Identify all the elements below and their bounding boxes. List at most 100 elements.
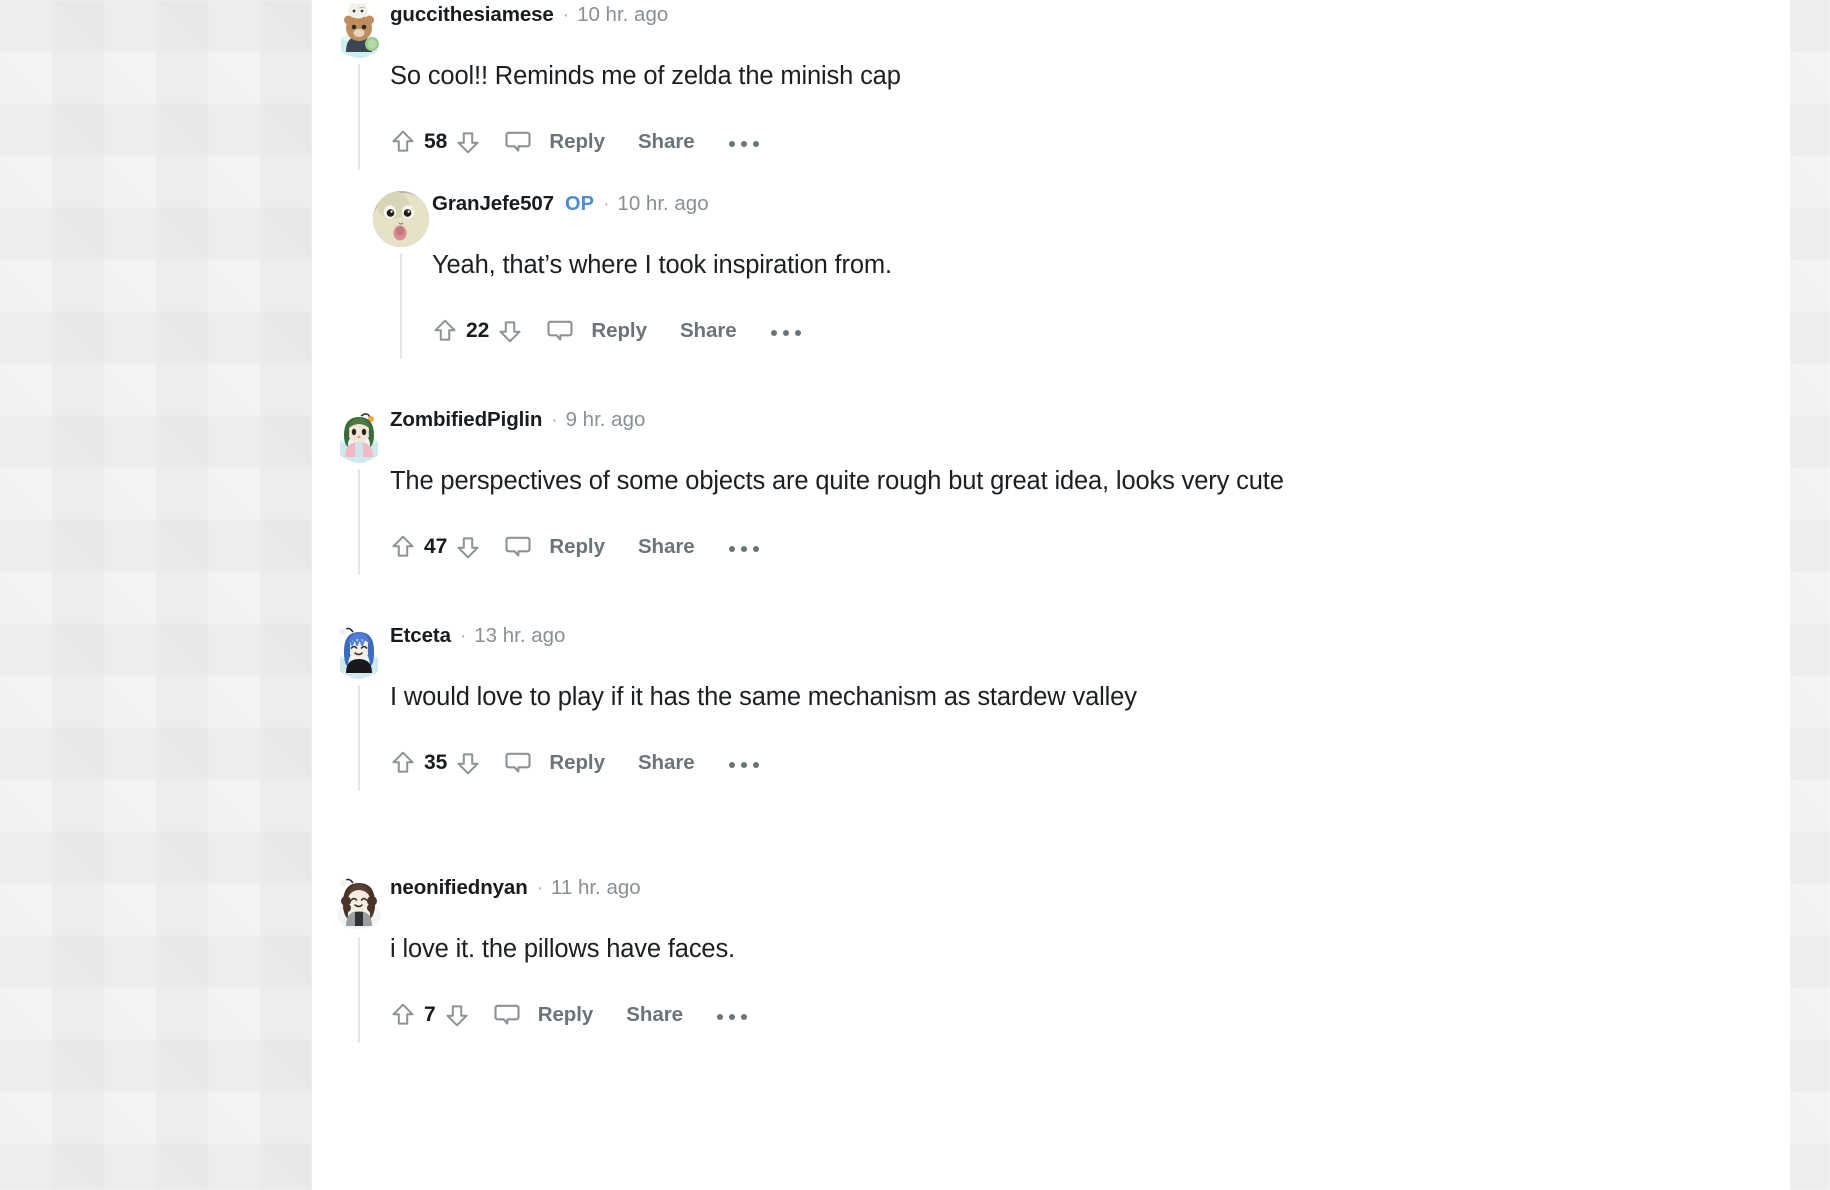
op-badge: OP (564, 192, 595, 215)
vote-score: 7 (424, 1003, 436, 1026)
downvote-button[interactable] (451, 125, 485, 159)
more-options-button[interactable] (728, 125, 759, 159)
downvote-arrow-icon (499, 321, 521, 343)
comment-body: Yeah, that’s where I took inspiration fr… (432, 251, 892, 279)
speech-bubble-icon (505, 752, 531, 773)
more-dot (728, 141, 735, 147)
avatar[interactable] (328, 873, 390, 931)
share-button[interactable]: Share (638, 535, 695, 559)
more-dot (752, 546, 759, 552)
more-dot (728, 762, 735, 768)
comment-author[interactable]: GranJefe507 (432, 192, 554, 216)
left-background-panel (0, 0, 312, 1190)
downvote-arrow-icon (457, 132, 479, 154)
more-dot (728, 546, 735, 552)
speech-bubble-icon (505, 536, 531, 557)
comment-timestamp: 10 hr. ago (617, 192, 709, 215)
downvote-arrow-icon (446, 1005, 468, 1027)
upvote-arrow-icon (392, 751, 414, 773)
speech-bubble-icon (547, 320, 573, 341)
more-dot (740, 762, 747, 768)
more-options-button[interactable] (717, 998, 747, 1032)
share-button[interactable]: Share (638, 130, 695, 154)
reply-button[interactable]: Reply (549, 535, 605, 559)
meta-separator: · (536, 877, 543, 899)
comment-item: Etceta · 13 hr. ago I would love to play… (312, 621, 1790, 791)
thread-line[interactable] (358, 685, 360, 791)
comment-action-bar: 47 Reply Share (386, 527, 759, 567)
reply-button[interactable]: Reply (591, 319, 647, 343)
comment-action-bar: 35 Reply Share (386, 743, 759, 783)
reply-bubble-button[interactable] (499, 530, 537, 564)
reply-bubble-button[interactable] (488, 998, 526, 1032)
reply-bubble-button[interactable] (541, 314, 579, 348)
comment-author[interactable]: guccithesiamese (390, 3, 554, 27)
more-dot (729, 1014, 735, 1020)
vote-score: 47 (424, 535, 448, 558)
comment-meta: ZombifiedPiglin · 9 hr. ago (390, 407, 645, 433)
more-dot (740, 546, 747, 552)
downvote-button[interactable] (451, 746, 485, 780)
reply-button[interactable]: Reply (538, 1003, 594, 1027)
meta-separator: · (551, 409, 558, 431)
upvote-arrow-icon (434, 319, 456, 341)
avatar-brown-hair-snoo-icon (331, 875, 387, 931)
comment-author[interactable]: ZombifiedPiglin (390, 408, 542, 432)
upvote-button[interactable] (386, 125, 420, 159)
thread-line[interactable] (400, 253, 402, 359)
upvote-button[interactable] (428, 314, 462, 348)
downvote-button[interactable] (451, 530, 485, 564)
downvote-button[interactable] (493, 314, 527, 348)
screenshot-root: guccithesiamese · 10 hr. ago So cool!! R… (0, 0, 1830, 1190)
comment-item: guccithesiamese · 10 hr. ago So cool!! R… (312, 0, 1790, 170)
more-options-button[interactable] (770, 314, 801, 348)
meta-separator: · (562, 4, 570, 26)
upvote-button[interactable] (386, 530, 420, 564)
comment-body: So cool!! Reminds me of zelda the minish… (390, 62, 901, 90)
upvote-arrow-icon (392, 535, 414, 557)
more-dot (752, 762, 759, 768)
meta-separator: · (603, 193, 610, 215)
comment-action-bar: 22 Reply Share (428, 311, 801, 351)
avatar[interactable] (328, 405, 390, 463)
speech-bubble-icon (494, 1004, 520, 1025)
reply-bubble-button[interactable] (499, 746, 537, 780)
comment-body: i love it. the pillows have faces. (390, 935, 735, 963)
thread-line[interactable] (358, 937, 360, 1043)
more-dot (741, 1014, 747, 1020)
comment-meta: guccithesiamese · 10 hr. ago (390, 2, 668, 28)
upvote-button[interactable] (386, 998, 420, 1032)
comment-author[interactable]: neonifiednyan (390, 876, 528, 900)
avatar[interactable] (370, 189, 432, 247)
upvote-arrow-icon (392, 130, 414, 152)
more-dot (782, 330, 789, 336)
comment-action-bar: 58 Reply Share (386, 122, 759, 162)
meta-separator: · (459, 625, 467, 647)
share-button[interactable]: Share (638, 751, 695, 775)
avatar-cat-bear-snoo-icon (331, 2, 387, 58)
thread-line[interactable] (358, 64, 360, 170)
comment-meta: neonifiednyan · 11 hr. ago (390, 875, 641, 901)
share-button[interactable]: Share (680, 319, 737, 343)
comment-body: The perspectives of some objects are qui… (390, 467, 1284, 495)
reply-bubble-button[interactable] (499, 125, 537, 159)
comment-thread: guccithesiamese · 10 hr. ago So cool!! R… (312, 0, 1790, 1190)
vote-score: 22 (466, 319, 490, 342)
vote-group: 7 (386, 998, 474, 1032)
downvote-button[interactable] (440, 998, 474, 1032)
share-button[interactable]: Share (626, 1003, 683, 1027)
avatar[interactable] (328, 0, 390, 58)
avatar[interactable] (328, 621, 390, 679)
reply-button[interactable]: Reply (549, 751, 605, 775)
more-dot (770, 330, 777, 336)
comment-meta: GranJefe507 OP · 10 hr. ago (432, 191, 709, 217)
avatar-green-hair-snoo-icon (331, 407, 387, 463)
comment-author[interactable]: Etceta (390, 624, 451, 648)
comment-action-bar: 7 Reply Share (386, 995, 747, 1035)
reply-button[interactable]: Reply (549, 130, 605, 154)
upvote-button[interactable] (386, 746, 420, 780)
more-options-button[interactable] (728, 530, 759, 564)
thread-line[interactable] (358, 469, 360, 575)
comment-item: neonifiednyan · 11 hr. ago i love it. th… (312, 873, 1790, 1043)
more-options-button[interactable] (728, 746, 759, 780)
